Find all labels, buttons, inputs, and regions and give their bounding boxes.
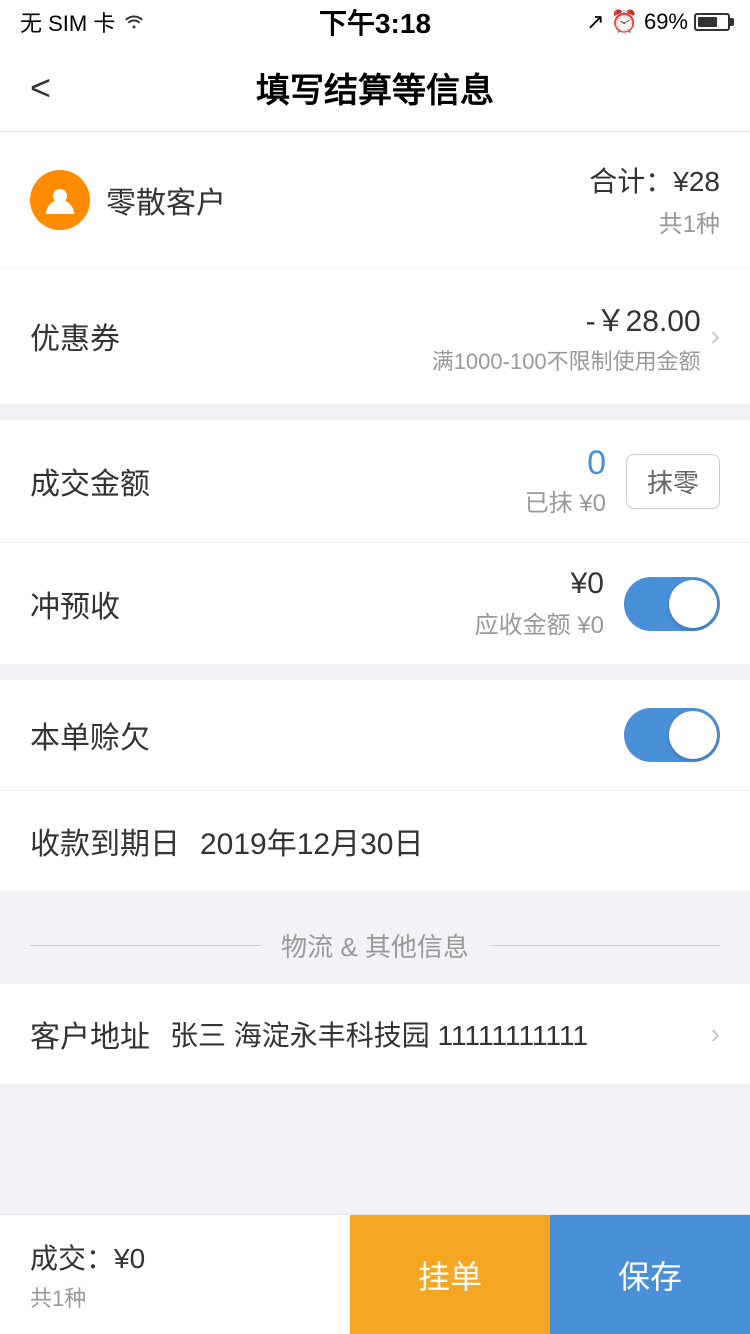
status-left: 无 SIM 卡 [20,6,145,38]
chevron-right-icon: › [711,320,720,352]
avatar [30,170,90,230]
prepay-toggle[interactable] [624,577,720,631]
prepay-row: 冲预收 ¥0 应收金额 ¥0 [0,543,750,664]
arrears-toggle-knob [669,711,717,759]
coupon-desc: 满1000-100不限制使用金额 [432,344,701,376]
deal-label: 成交金额 [30,459,150,503]
customer-section: 零散客户 合计：¥28 共1种 优惠券 -￥28.00 满1000-100不限制… [0,132,750,404]
alarm-icon: ⏰ [611,9,638,35]
deal-sub-text: 已抹 ¥0 [525,483,606,518]
logistics-text: 物流 & 其他信息 [281,927,469,964]
nav-bar: < 填写结算等信息 [0,44,750,132]
address-section: 客户地址 张三 海淀永丰科技园 11111111111 › [0,984,750,1084]
battery-text: 69% [644,9,688,35]
duedate-value: 2019年12月30日 [200,819,423,863]
save-button[interactable]: 保存 [550,1215,750,1334]
prepay-receivable: 应收金额 ¥0 [475,605,604,640]
divider-line-left [30,945,261,946]
coupon-right: -￥28.00 满1000-100不限制使用金额 › [432,296,720,376]
battery-icon [694,13,730,31]
status-right: ↗ ⏰ 69% [586,9,730,35]
prepay-amount: ¥0 [475,567,604,601]
logistics-divider: 物流 & 其他信息 [0,907,750,984]
bottom-buttons: 挂单 保存 [350,1215,750,1334]
customer-row: 零散客户 合计：¥28 共1种 [0,132,750,267]
bottom-bar: 成交：¥0 共1种 挂单 保存 [0,1214,750,1334]
address-row[interactable]: 客户地址 张三 海淀永丰科技园 11111111111 › [0,984,750,1084]
coupon-label: 优惠券 [30,314,120,358]
bottom-info: 成交：¥0 共1种 [0,1237,350,1313]
status-time: 下午3:18 [319,2,431,42]
page-title: 填写结算等信息 [256,63,494,112]
status-bar: 无 SIM 卡 下午3:18 ↗ ⏰ 69% [0,0,750,44]
customer-name: 零散客户 [106,178,226,222]
hang-button[interactable]: 挂单 [350,1215,550,1334]
back-button[interactable]: < [30,67,51,109]
round-zero-button[interactable]: 抹零 [626,454,720,509]
arrears-section: 本单赊欠 收款到期日 2019年12月30日 [0,680,750,891]
address-value: 张三 海淀永丰科技园 11111111111 [170,1014,711,1054]
total-amount: 合计：¥28 [589,160,720,200]
bottom-deal-value: ¥0 [114,1243,145,1274]
deal-section: 成交金额 已抹 ¥0 抹零 冲预收 ¥0 应收金额 ¥0 [0,420,750,664]
coupon-info: -￥28.00 满1000-100不限制使用金额 [432,296,701,376]
bottom-deal-amount: 成交：¥0 [30,1237,320,1277]
arrears-row: 本单赊欠 [0,680,750,790]
arrears-toggle[interactable] [624,708,720,762]
duedate-label: 收款到期日 [30,819,180,863]
prepay-info: ¥0 应收金额 ¥0 [475,567,604,640]
address-label: 客户地址 [30,1012,150,1056]
prepay-label: 冲预收 [30,582,120,626]
customer-info: 零散客户 [30,170,226,230]
main-content: 零散客户 合计：¥28 共1种 优惠券 -￥28.00 满1000-100不限制… [0,132,750,1300]
deal-right: 已抹 ¥0 抹零 [525,444,720,518]
location-icon: ↗ [586,9,604,35]
address-chevron-icon: › [711,1018,720,1050]
bottom-deal-label: 成交： [30,1243,114,1274]
toggle-knob [669,580,717,628]
deal-amount-input[interactable] [526,444,606,483]
bottom-count: 共1种 [30,1281,320,1313]
coupon-amount: -￥28.00 [432,296,701,340]
arrears-label: 本单赊欠 [30,713,150,757]
divider-line-right [489,945,720,946]
wifi-icon [123,9,145,35]
deal-row: 成交金额 已抹 ¥0 抹零 [0,420,750,543]
duedate-row: 收款到期日 2019年12月30日 [0,790,750,891]
total-count: 共1种 [589,204,720,239]
prepay-right: ¥0 应收金额 ¥0 [475,567,720,640]
no-sim-text: 无 SIM 卡 [20,6,115,38]
customer-total: 合计：¥28 共1种 [589,160,720,239]
coupon-row[interactable]: 优惠券 -￥28.00 满1000-100不限制使用金额 › [0,267,750,404]
